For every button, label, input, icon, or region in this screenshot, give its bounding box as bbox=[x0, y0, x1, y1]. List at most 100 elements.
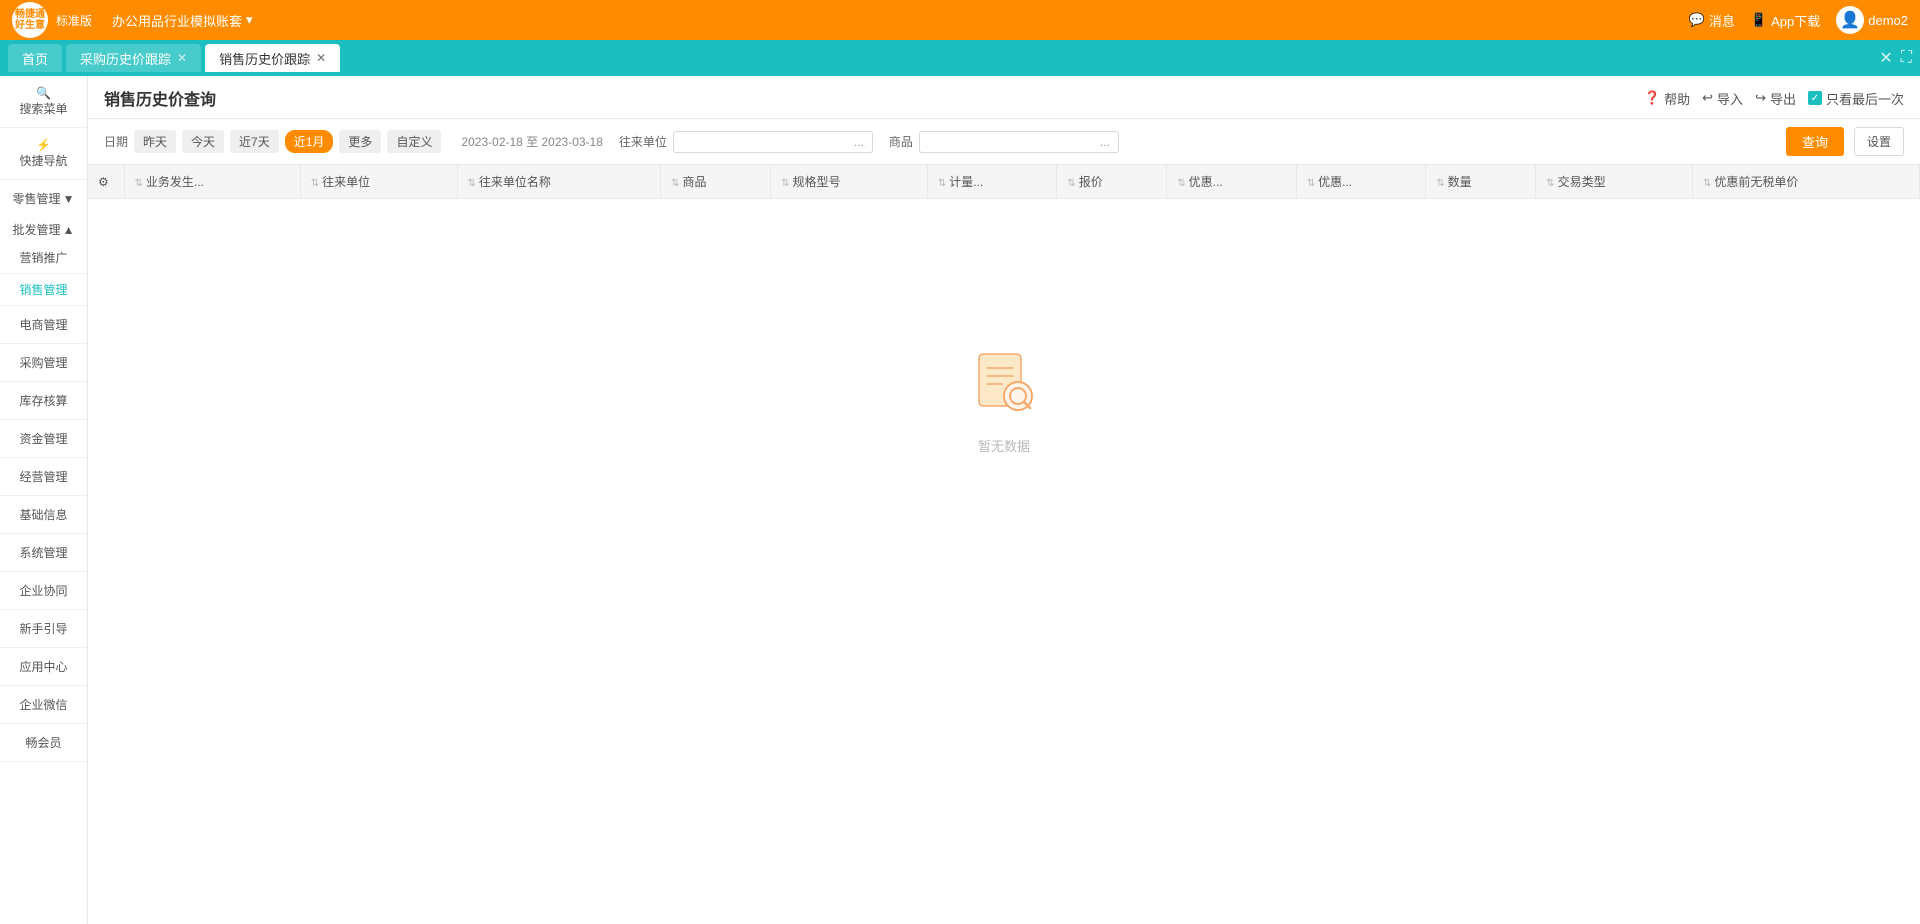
goods-input[interactable]: ... bbox=[919, 131, 1119, 153]
only-last-checkbox[interactable] bbox=[1808, 91, 1822, 105]
help-label: 帮助 bbox=[1664, 89, 1690, 108]
sidebar-item-sales-mgmt[interactable]: 销售管理 bbox=[0, 274, 87, 306]
partner-filter: 往来单位 ... bbox=[619, 131, 873, 153]
app-label: App下载 bbox=[1771, 11, 1820, 30]
tab-sales[interactable]: 销售历史价跟踪 ✕ bbox=[205, 44, 340, 72]
col-discount2[interactable]: ⇅优惠... bbox=[1296, 165, 1425, 199]
sidebar-item-quicknav[interactable]: ⚡ 快捷导航 bbox=[0, 128, 87, 180]
user-menu[interactable]: 👤 demo2 bbox=[1836, 6, 1908, 34]
col-price[interactable]: ⇅报价 bbox=[1057, 165, 1167, 199]
tab-purchase[interactable]: 采购历史价跟踪 ✕ bbox=[66, 44, 201, 72]
sidebar-item-wholesale[interactable]: 批发管理 ▲ bbox=[0, 211, 87, 242]
sidebar-item-basic[interactable]: 基础信息 bbox=[0, 496, 87, 534]
data-table: ⚙ ⇅业务发生... ⇅往来单位 ⇅往来单位名称 ⇅商品 bbox=[88, 165, 1920, 199]
topbar-right: 💬 消息 📱 App下载 👤 demo2 bbox=[1689, 6, 1908, 34]
col-unit[interactable]: ⇅计量... bbox=[927, 165, 1056, 199]
goods-label: 商品 bbox=[889, 133, 913, 150]
help-btn[interactable]: ❓ 帮助 bbox=[1644, 89, 1690, 108]
only-last-row[interactable]: 只看最后一次 bbox=[1808, 89, 1904, 108]
col-partner-name[interactable]: ⇅往来单位名称 bbox=[457, 165, 661, 199]
date-more[interactable]: 更多 bbox=[339, 130, 381, 153]
date-1month[interactable]: 近1月 bbox=[285, 130, 334, 153]
col-partner-code[interactable]: ⇅往来单位 bbox=[300, 165, 457, 199]
sidebar-item-business[interactable]: 经营管理 bbox=[0, 458, 87, 496]
col-pre-tax-price[interactable]: ⇅优惠前无税单价 bbox=[1692, 165, 1919, 199]
tab-sales-close[interactable]: ✕ bbox=[316, 51, 326, 65]
query-button[interactable]: 查询 bbox=[1786, 127, 1844, 156]
col-goods[interactable]: ⇅商品 bbox=[661, 165, 771, 199]
tabbar: 首页 采购历史价跟踪 ✕ 销售历史价跟踪 ✕ ✕ ⛶ bbox=[0, 40, 1920, 76]
import-btn[interactable]: ↩ 导入 bbox=[1702, 89, 1743, 108]
sidebar-item-retail[interactable]: 零售管理 ▼ bbox=[0, 180, 87, 211]
sidebar-item-finance[interactable]: 资金管理 bbox=[0, 420, 87, 458]
message-icon: 💬 bbox=[1689, 12, 1705, 28]
sidebar-item-member[interactable]: 畅会员 bbox=[0, 724, 87, 762]
date-today[interactable]: 今天 bbox=[182, 130, 224, 153]
sidebar-item-enterprise[interactable]: 企业协同 bbox=[0, 572, 87, 610]
sidebar: 🔍 搜索菜单 ⚡ 快捷导航 零售管理 ▼ 批发管理 ▲ 营销推广 销售管理 电商… bbox=[0, 76, 88, 924]
sidebar-newbie-label: 新手引导 bbox=[19, 620, 67, 637]
col-biz-date[interactable]: ⇅业务发生... bbox=[124, 165, 300, 199]
topbar: 畅捷通好生意 标准版 办公用品行业模拟账套 ▾ 💬 消息 📱 App下载 👤 d… bbox=[0, 0, 1920, 40]
empty-icon bbox=[964, 344, 1044, 424]
col-trade-type[interactable]: ⇅交易类型 bbox=[1536, 165, 1693, 199]
date-filter-group: 日期 昨天 今天 近7天 近1月 更多 自定义 bbox=[104, 130, 441, 153]
sidebar-ecommerce-label: 电商管理 bbox=[19, 316, 67, 333]
logo-text: 畅捷通好生意 bbox=[15, 9, 45, 31]
sort-icon-discount1: ⇅ bbox=[1177, 178, 1185, 189]
gear-icon[interactable]: ⚙ bbox=[98, 175, 109, 189]
date-custom[interactable]: 自定义 bbox=[387, 130, 441, 153]
main-layout: 🔍 搜索菜单 ⚡ 快捷导航 零售管理 ▼ 批发管理 ▲ 营销推广 销售管理 电商… bbox=[0, 76, 1920, 924]
import-label: 导入 bbox=[1717, 89, 1743, 108]
sidebar-item-marketing[interactable]: 营销推广 bbox=[0, 242, 87, 274]
sidebar-item-search[interactable]: 🔍 搜索菜单 bbox=[0, 76, 87, 128]
date-yesterday[interactable]: 昨天 bbox=[134, 130, 176, 153]
col-qty[interactable]: ⇅数量 bbox=[1426, 165, 1536, 199]
close-all-icon[interactable]: ✕ bbox=[1879, 48, 1892, 68]
sidebar-item-system[interactable]: 系统管理 bbox=[0, 534, 87, 572]
setting-button[interactable]: 设置 bbox=[1854, 127, 1904, 156]
sidebar-purchase-label: 采购管理 bbox=[19, 354, 67, 371]
help-icon: ❓ bbox=[1644, 90, 1660, 106]
tab-home-label: 首页 bbox=[22, 49, 48, 68]
page-actions: ❓ 帮助 ↩ 导入 ↪ 导出 只看最后一次 bbox=[1644, 89, 1904, 108]
sort-icon-spec: ⇅ bbox=[781, 178, 789, 189]
sidebar-appstore-label: 应用中心 bbox=[19, 658, 67, 675]
filter-row: 日期 昨天 今天 近7天 近1月 更多 自定义 2023-02-18 至 202… bbox=[88, 119, 1920, 165]
app-download-btn[interactable]: 📱 App下载 bbox=[1751, 11, 1820, 30]
sidebar-item-purchase[interactable]: 采购管理 bbox=[0, 344, 87, 382]
goods-filter: 商品 ... bbox=[889, 131, 1119, 153]
col-spec[interactable]: ⇅规格型号 bbox=[771, 165, 928, 199]
col-gear[interactable]: ⚙ bbox=[88, 165, 124, 199]
tab-purchase-close[interactable]: ✕ bbox=[177, 51, 187, 65]
sidebar-item-weixin[interactable]: 企业微信 bbox=[0, 686, 87, 724]
sidebar-item-ecommerce[interactable]: 电商管理 bbox=[0, 306, 87, 344]
sidebar-item-inventory[interactable]: 库存核算 bbox=[0, 382, 87, 420]
page-title-row: 销售历史价查询 ❓ 帮助 ↩ 导入 ↪ 导出 bbox=[104, 86, 1904, 118]
sort-icon-pre-tax-price: ⇅ bbox=[1703, 178, 1711, 189]
sort-icon-goods: ⇅ bbox=[671, 178, 679, 189]
partner-input[interactable]: ... bbox=[673, 131, 873, 153]
maximize-icon[interactable]: ⛶ bbox=[1901, 49, 1912, 67]
sort-icon-qty: ⇅ bbox=[1436, 178, 1444, 189]
date-range-text: 2023-02-18 至 2023-03-18 bbox=[461, 133, 602, 150]
mobile-icon: 📱 bbox=[1751, 12, 1767, 28]
search-icon: 🔍 bbox=[36, 86, 51, 100]
sidebar-item-appstore[interactable]: 应用中心 bbox=[0, 648, 87, 686]
date-range-display: 2023-02-18 至 2023-03-18 bbox=[461, 133, 602, 150]
sidebar-item-newbie[interactable]: 新手引导 bbox=[0, 610, 87, 648]
col-discount1[interactable]: ⇅优惠... bbox=[1167, 165, 1296, 199]
message-btn[interactable]: 💬 消息 bbox=[1689, 11, 1735, 30]
quicknav-icon: ⚡ bbox=[36, 138, 51, 152]
tab-home[interactable]: 首页 bbox=[8, 44, 62, 72]
sidebar-quicknav-label: 快捷导航 bbox=[19, 152, 67, 169]
partner-label: 往来单位 bbox=[619, 133, 667, 150]
empty-state: 暂无数据 bbox=[88, 199, 1920, 599]
export-btn[interactable]: ↪ 导出 bbox=[1755, 89, 1796, 108]
brand-label: 标准版 bbox=[56, 12, 92, 29]
date-7days[interactable]: 近7天 bbox=[230, 130, 279, 153]
account-dropdown[interactable]: 办公用品行业模拟账套 ▾ bbox=[112, 11, 253, 30]
message-label: 消息 bbox=[1709, 11, 1735, 30]
user-label: demo2 bbox=[1868, 13, 1908, 28]
logo: 畅捷通好生意 bbox=[12, 2, 48, 38]
